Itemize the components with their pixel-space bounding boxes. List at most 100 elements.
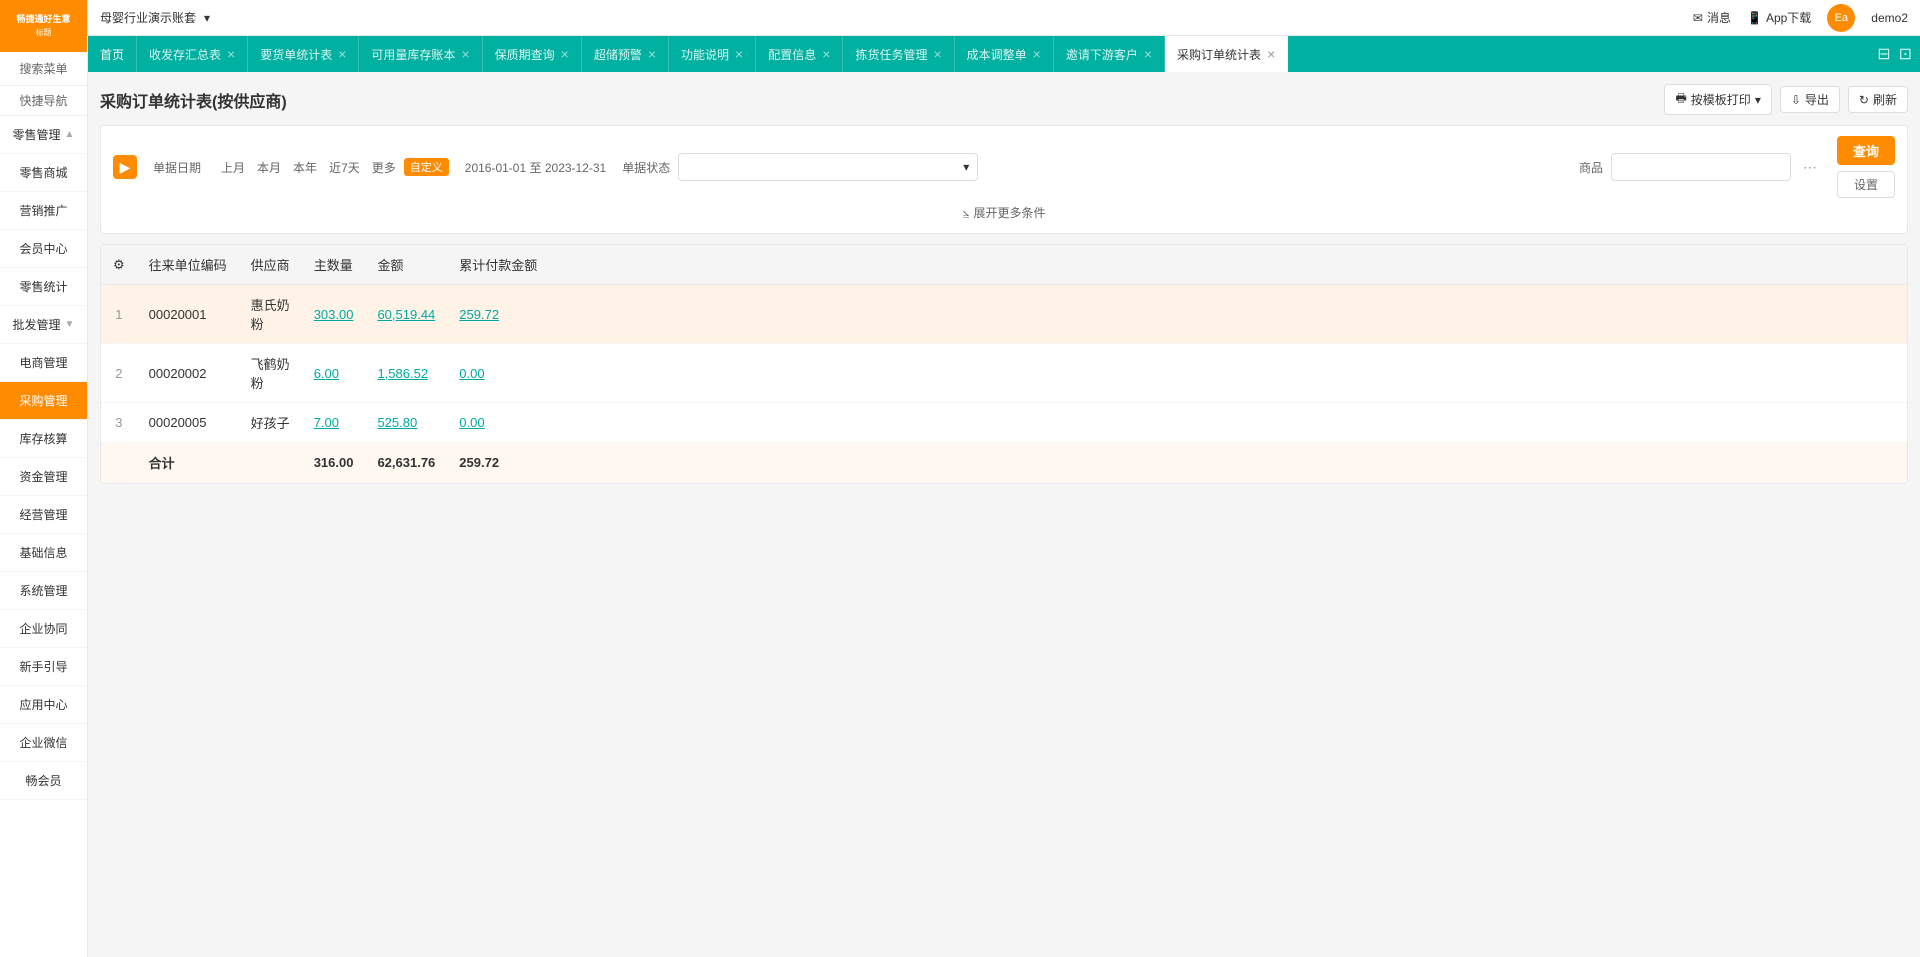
sidebar-item-label: 系统管理 [19, 582, 67, 599]
sidebar-item-marketing[interactable]: 营销推广 [0, 192, 87, 230]
filter-toggle-button[interactable]: ▶ [113, 155, 137, 179]
tab-label: 拣货任务管理 [855, 46, 927, 63]
sidebar-item-retail-stat[interactable]: 零售统计 [0, 268, 87, 306]
cell-amount[interactable]: 525.80 [365, 403, 447, 443]
sidebar-item-member[interactable]: 会员中心 [0, 230, 87, 268]
tab-cost-adjust[interactable]: 成本调整单 × [955, 36, 1054, 72]
refresh-button[interactable]: ↻ 刷新 [1848, 86, 1908, 113]
sidebar-item-purchase[interactable]: 采购管理 [0, 382, 87, 420]
tab-close-icon[interactable]: × [561, 47, 569, 61]
sidebar-search[interactable]: 搜索菜单 [0, 52, 87, 86]
refresh-icon: ↻ [1859, 93, 1869, 107]
cell-paid[interactable]: 0.00 [447, 344, 549, 403]
sidebar-item-member2[interactable]: 畅会员 [0, 762, 87, 800]
message-button[interactable]: ✉ 消息 [1693, 9, 1731, 26]
sidebar-item-ecommerce[interactable]: 电商管理 [0, 344, 87, 382]
export-button[interactable]: ⇩ 导出 [1780, 86, 1840, 113]
sidebar-item-collab[interactable]: 企业协同 [0, 610, 87, 648]
cell-code: 00020002 [137, 344, 239, 403]
tab-label: 配置信息 [768, 46, 816, 63]
tab-close-icon[interactable]: × [461, 47, 469, 61]
tab-close-active-icon[interactable]: × [1267, 47, 1275, 61]
sidebar-item-app-center[interactable]: 应用中心 [0, 686, 87, 724]
settings-button[interactable]: 设置 [1837, 171, 1895, 198]
content-area: 采购订单统计表(按供应商) 🖶 按模板打印 ▾ ⇩ 导出 ↻ 刷新 [88, 72, 1920, 957]
cell-paid[interactable]: 0.00 [447, 403, 549, 443]
tab-picking[interactable]: 拣货任务管理 × [843, 36, 954, 72]
sidebar-item-capital[interactable]: 资金管理 [0, 458, 87, 496]
footer-amount: 62,631.76 [365, 443, 447, 483]
sidebar-item-inventory[interactable]: 库存核算 [0, 420, 87, 458]
tab-close-icon[interactable]: × [648, 47, 656, 61]
tab-inventory-ledger[interactable]: 可用量库存账本 × [359, 36, 482, 72]
custom-date-badge[interactable]: 自定义 [404, 158, 449, 176]
page-title: 采购订单统计表(按供应商) [100, 88, 287, 112]
cell-supplier: 惠氏奶粉 [239, 285, 302, 344]
sidebar-quicknav[interactable]: 快捷导航 [0, 86, 87, 116]
cell-amount[interactable]: 1,586.52 [365, 344, 447, 403]
tab-label: 采购订单统计表 [1177, 46, 1261, 63]
tab-label: 保质期查询 [495, 46, 555, 63]
tab-close-icon[interactable]: × [338, 47, 346, 61]
shortcut-this-year[interactable]: 本年 [289, 157, 321, 178]
tab-close-icon[interactable]: × [822, 47, 830, 61]
cell-amount[interactable]: 60,519.44 [365, 285, 447, 344]
expand-more-button[interactable]: ⦥ 展开更多条件 [963, 204, 1046, 221]
username-label[interactable]: demo2 [1871, 11, 1908, 25]
sidebar-logo-text: 畅捷通好生意标题 [16, 13, 70, 38]
tab-home[interactable]: 首页 [88, 36, 137, 72]
tab-label: 可用量库存账本 [371, 46, 455, 63]
expand-more-row: ⦥ 展开更多条件 [113, 198, 1895, 223]
col-settings[interactable]: ⚙ [101, 245, 137, 285]
maximize-icon[interactable]: ⊡ [1899, 44, 1912, 64]
cell-qty[interactable]: 303.00 [302, 285, 366, 344]
tab-close-icon[interactable]: × [227, 47, 235, 61]
cell-qty[interactable]: 7.00 [302, 403, 366, 443]
more-filters-icon[interactable]: ⋯ [1799, 159, 1821, 176]
tab-receipts-summary[interactable]: 收发存汇总表 × [137, 36, 248, 72]
tab-function-desc[interactable]: 功能说明 × [669, 36, 756, 72]
tab-config[interactable]: 配置信息 × [756, 36, 843, 72]
app-download-button[interactable]: 📱 App下载 [1747, 9, 1811, 26]
tab-order-stats[interactable]: 要货单统计表 × [248, 36, 359, 72]
tab-invite-customer[interactable]: 邀请下游客户 × [1054, 36, 1165, 72]
tab-close-icon[interactable]: × [1033, 47, 1041, 61]
main-area: 母婴行业演示账套 ▾ ✉ 消息 📱 App下载 Ea demo2 首页 收发存汇… [88, 0, 1920, 957]
shortcut-more[interactable]: 更多 [368, 157, 400, 178]
template-dropdown-icon: ▾ [1755, 93, 1761, 107]
query-button[interactable]: 查询 [1837, 136, 1895, 165]
workspace-dropdown[interactable]: ▾ [204, 11, 210, 25]
settings-icon[interactable]: ⚙ [113, 257, 125, 272]
tab-expiry[interactable]: 保质期查询 × [483, 36, 582, 72]
goods-input[interactable] [1611, 153, 1791, 181]
workspace-label: 母婴行业演示账套 [100, 9, 196, 26]
shortcut-this-month[interactable]: 本月 [253, 157, 285, 178]
sidebar-item-retail-mgmt[interactable]: 零售管理 ▲ [0, 116, 87, 154]
sidebar-item-operations[interactable]: 经营管理 [0, 496, 87, 534]
tab-purchase-order-stats[interactable]: 采购订单统计表 × [1165, 36, 1288, 72]
sidebar-item-retail-mall[interactable]: 零售商城 [0, 154, 87, 192]
tab-close-icon[interactable]: × [1144, 47, 1152, 61]
shortcut-7days[interactable]: 近7天 [325, 157, 364, 178]
sidebar-item-wechat[interactable]: 企业微信 [0, 724, 87, 762]
sidebar-item-system[interactable]: 系统管理 [0, 572, 87, 610]
shortcut-last-month[interactable]: 上月 [217, 157, 249, 178]
sidebar-item-basic-info[interactable]: 基础信息 [0, 534, 87, 572]
tab-overstock[interactable]: 超储预警 × [582, 36, 669, 72]
topbar-right: ✉ 消息 📱 App下载 Ea demo2 [1693, 4, 1908, 32]
status-select[interactable]: ▾ [678, 153, 978, 181]
tab-close-icon[interactable]: × [735, 47, 743, 61]
cell-qty[interactable]: 6.00 [302, 344, 366, 403]
cell-supplier: 飞鹤奶粉 [239, 344, 302, 403]
sidebar-item-label: 企业微信 [19, 734, 67, 751]
avatar[interactable]: Ea [1827, 4, 1855, 32]
sidebar-logo: 畅捷通好生意标题 [0, 0, 87, 52]
tab-close-icon[interactable]: × [933, 47, 941, 61]
sidebar-item-label: 营销推广 [19, 202, 67, 219]
cell-paid[interactable]: 259.72 [447, 285, 549, 344]
sidebar-item-newbie[interactable]: 新手引导 [0, 648, 87, 686]
cell-code: 00020005 [137, 403, 239, 443]
template-print-button[interactable]: 🖶 按模板打印 ▾ [1664, 84, 1771, 115]
close-window-icon[interactable]: ⊟ [1877, 44, 1890, 64]
sidebar-item-wholesale[interactable]: 批发管理 ▼ [0, 306, 87, 344]
